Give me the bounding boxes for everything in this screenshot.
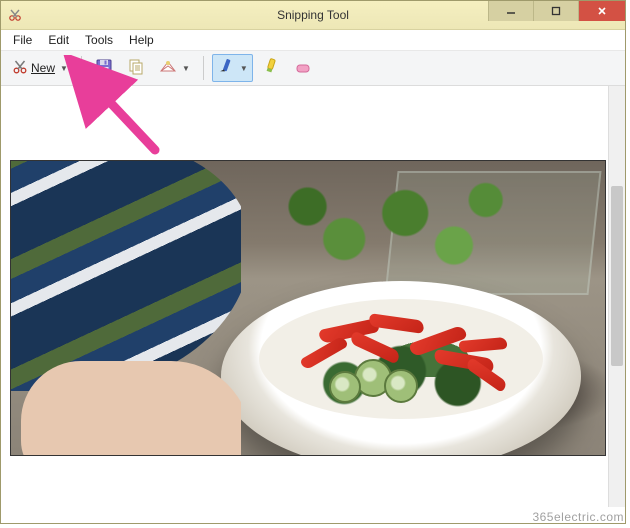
menu-help[interactable]: Help [121, 31, 162, 49]
titlebar: Snipping Tool [1, 1, 625, 30]
copy-button[interactable] [122, 54, 150, 82]
toolbar-separator [203, 56, 204, 80]
pen-icon [217, 58, 235, 79]
floppy-disk-icon [95, 58, 113, 79]
photo-bowl [221, 281, 581, 456]
chevron-down-icon: ▼ [182, 64, 190, 73]
maximize-button[interactable] [533, 1, 578, 21]
send-mail-icon [159, 58, 177, 79]
snipping-tool-window: Snipping Tool File Edit Tools Help [0, 0, 626, 524]
scrollbar-thumb[interactable] [611, 186, 623, 366]
new-button[interactable]: New ▼ [7, 54, 73, 82]
app-icon [7, 7, 23, 23]
window-controls [488, 1, 625, 21]
eraser-icon [294, 58, 312, 79]
photo-greens [271, 161, 515, 291]
new-button-label: New [31, 61, 55, 75]
photo-child [11, 161, 241, 455]
menubar: File Edit Tools Help [1, 30, 625, 51]
canvas-area [1, 86, 625, 523]
copy-icon [127, 58, 145, 79]
save-button[interactable] [90, 54, 118, 82]
send-button[interactable]: ▼ [154, 54, 195, 82]
toolbar: New ▼ [1, 51, 625, 86]
vertical-scrollbar[interactable] [608, 86, 625, 507]
menu-file[interactable]: File [5, 31, 40, 49]
highlighter-button[interactable] [257, 54, 285, 82]
chevron-down-icon: ▼ [60, 64, 68, 73]
captured-image[interactable] [10, 160, 606, 456]
scissors-icon [12, 59, 28, 78]
watermark: 365electric.com [532, 510, 624, 524]
menu-tools[interactable]: Tools [77, 31, 121, 49]
pen-button[interactable]: ▼ [212, 54, 253, 82]
chevron-down-icon: ▼ [240, 64, 248, 73]
menu-edit[interactable]: Edit [40, 31, 77, 49]
toolbar-separator [81, 56, 82, 80]
eraser-button[interactable] [289, 54, 317, 82]
minimize-button[interactable] [488, 1, 533, 21]
close-button[interactable] [578, 1, 625, 21]
highlighter-icon [262, 58, 280, 79]
